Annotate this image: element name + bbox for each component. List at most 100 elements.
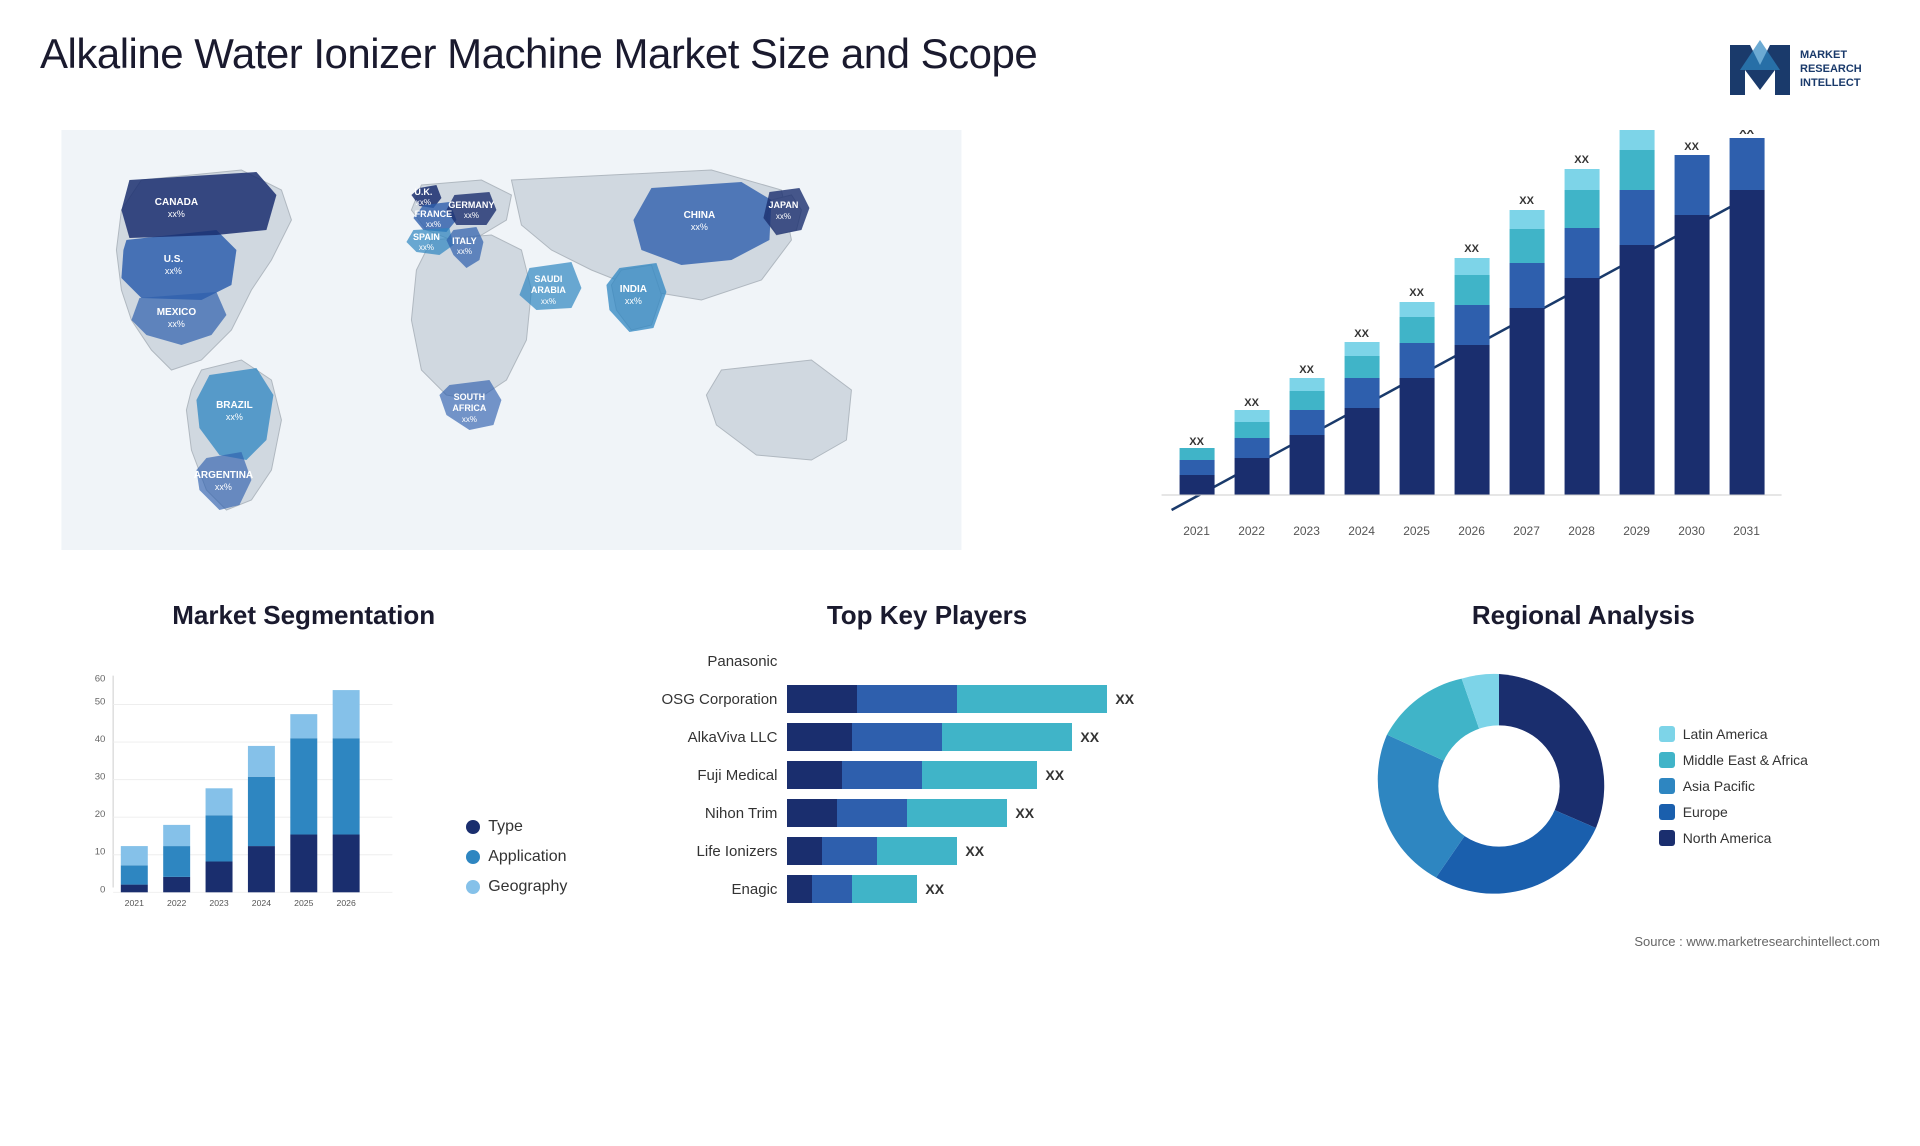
- seg-legend: Type Application Geography: [466, 818, 567, 926]
- seg-chart-svg: 0 10 20 30 40 50 60: [40, 666, 446, 926]
- player-row: Panasonic: [617, 646, 1236, 676]
- middle-east-swatch: [1659, 752, 1675, 768]
- page-title: Alkaline Water Ionizer Machine Market Si…: [40, 30, 1037, 78]
- logo: MARKET RESEARCH INTELLECT: [1720, 30, 1880, 110]
- svg-text:2022: 2022: [167, 898, 186, 908]
- application-label: Application: [488, 848, 566, 866]
- svg-text:2024: 2024: [1348, 524, 1375, 538]
- svg-text:xx%: xx%: [464, 211, 479, 220]
- svg-text:xx%: xx%: [457, 247, 472, 256]
- segmentation-section: Market Segmentation 0 10 20 30 40 50 60: [40, 600, 567, 1116]
- player-name: Nihon Trim: [617, 805, 777, 822]
- bar-chart-container: XX 2021 XX 2022 XX 2023: [1023, 130, 1880, 580]
- player-bar: [787, 761, 1037, 789]
- svg-text:XX: XX: [1409, 287, 1424, 299]
- svg-text:2021: 2021: [1183, 524, 1210, 538]
- svg-text:xx%: xx%: [541, 297, 556, 306]
- player-bar-container: XX: [787, 760, 1236, 790]
- legend-europe: Europe: [1659, 804, 1808, 820]
- bar-seg1: [787, 875, 812, 903]
- legend-application: Application: [466, 848, 567, 866]
- bar-seg2: [822, 837, 877, 865]
- bar-seg3: [942, 723, 1072, 751]
- segmentation-title: Market Segmentation: [40, 600, 567, 631]
- svg-text:XX: XX: [1519, 195, 1534, 207]
- geography-label: Geography: [488, 878, 567, 896]
- svg-text:XX: XX: [1739, 130, 1754, 137]
- svg-text:2024: 2024: [252, 898, 271, 908]
- bar-seg2: [857, 685, 957, 713]
- player-row: Life Ionizers XX: [617, 836, 1236, 866]
- player-row: OSG Corporation XX: [617, 684, 1236, 714]
- svg-text:INDIA: INDIA: [620, 284, 647, 295]
- svg-text:2026: 2026: [1458, 524, 1485, 538]
- svg-text:2022: 2022: [1238, 524, 1265, 538]
- legend-latin-america: Latin America: [1659, 726, 1808, 742]
- top-section: CANADA xx% U.S. xx% MEXICO xx% BRAZIL xx…: [40, 130, 1880, 580]
- player-row: Fuji Medical XX: [617, 760, 1236, 790]
- europe-swatch: [1659, 804, 1675, 820]
- world-map-svg: CANADA xx% U.S. xx% MEXICO xx% BRAZIL xx…: [40, 130, 983, 550]
- svg-text:XX: XX: [1464, 243, 1479, 255]
- logo-svg: MARKET RESEARCH INTELLECT: [1720, 30, 1880, 110]
- svg-text:2023: 2023: [209, 898, 228, 908]
- latin-america-label: Latin America: [1683, 726, 1768, 742]
- legend-type: Type: [466, 818, 567, 836]
- player-name: Fuji Medical: [617, 767, 777, 784]
- player-value: XX: [1115, 691, 1134, 707]
- bar-seg3: [907, 799, 1007, 827]
- type-label: Type: [488, 818, 523, 836]
- player-bar: [787, 799, 1007, 827]
- north-america-label: North America: [1683, 830, 1772, 846]
- player-value: XX: [1080, 729, 1099, 745]
- legend-north-america: North America: [1659, 830, 1808, 846]
- player-name: Life Ionizers: [617, 843, 777, 860]
- svg-text:CANADA: CANADA: [155, 197, 198, 208]
- regional-section: Regional Analysis: [1287, 600, 1880, 1116]
- svg-text:SOUTH: SOUTH: [454, 392, 486, 402]
- svg-text:xx%: xx%: [215, 482, 232, 492]
- legend-asia-pacific: Asia Pacific: [1659, 778, 1808, 794]
- svg-text:40: 40: [95, 734, 106, 745]
- player-name: Panasonic: [617, 653, 777, 670]
- bar-seg1: [787, 799, 837, 827]
- svg-text:SAUDI: SAUDI: [534, 274, 562, 284]
- player-bar: [787, 837, 957, 865]
- svg-text:XX: XX: [1244, 397, 1259, 409]
- svg-text:XX: XX: [1354, 328, 1369, 340]
- players-title: Top Key Players: [597, 600, 1256, 631]
- bar-chart-svg: XX 2021 XX 2022 XX 2023: [1023, 130, 1880, 560]
- regional-content: Latin America Middle East & Africa Asia …: [1287, 646, 1880, 926]
- svg-text:U.S.: U.S.: [164, 254, 184, 265]
- players-list: Panasonic OSG Corporation XX: [597, 646, 1256, 904]
- bar-seg1: [787, 837, 822, 865]
- bar-seg3: [852, 875, 917, 903]
- player-row: AlkaViva LLC XX: [617, 722, 1236, 752]
- bar-seg2: [842, 761, 922, 789]
- svg-text:INTELLECT: INTELLECT: [1800, 77, 1861, 89]
- svg-text:2021: 2021: [125, 898, 144, 908]
- bar-seg1: [787, 723, 852, 751]
- player-name: AlkaViva LLC: [617, 729, 777, 746]
- regional-legend: Latin America Middle East & Africa Asia …: [1659, 726, 1808, 846]
- seg-chart-area: 0 10 20 30 40 50 60: [40, 646, 567, 926]
- player-name: Enagic: [617, 881, 777, 898]
- player-value: XX: [1045, 767, 1064, 783]
- bar-seg2: [837, 799, 907, 827]
- legend-middle-east: Middle East & Africa: [1659, 752, 1808, 768]
- latin-america-swatch: [1659, 726, 1675, 742]
- bottom-section: Market Segmentation 0 10 20 30 40 50 60: [40, 600, 1880, 1116]
- bar-seg1: [787, 761, 842, 789]
- svg-text:2026: 2026: [337, 898, 356, 908]
- pie-chart-svg: [1359, 646, 1639, 926]
- svg-text:2030: 2030: [1678, 524, 1705, 538]
- player-bar-container: XX: [787, 684, 1236, 714]
- svg-text:GERMANY: GERMANY: [448, 200, 494, 210]
- svg-text:FRANCE: FRANCE: [415, 209, 453, 219]
- bar-seg3: [922, 761, 1037, 789]
- player-bar-container: XX: [787, 798, 1236, 828]
- player-bar-container: [787, 646, 1236, 676]
- svg-text:2027: 2027: [1513, 524, 1540, 538]
- svg-text:2025: 2025: [1403, 524, 1430, 538]
- svg-text:xx%: xx%: [426, 220, 441, 229]
